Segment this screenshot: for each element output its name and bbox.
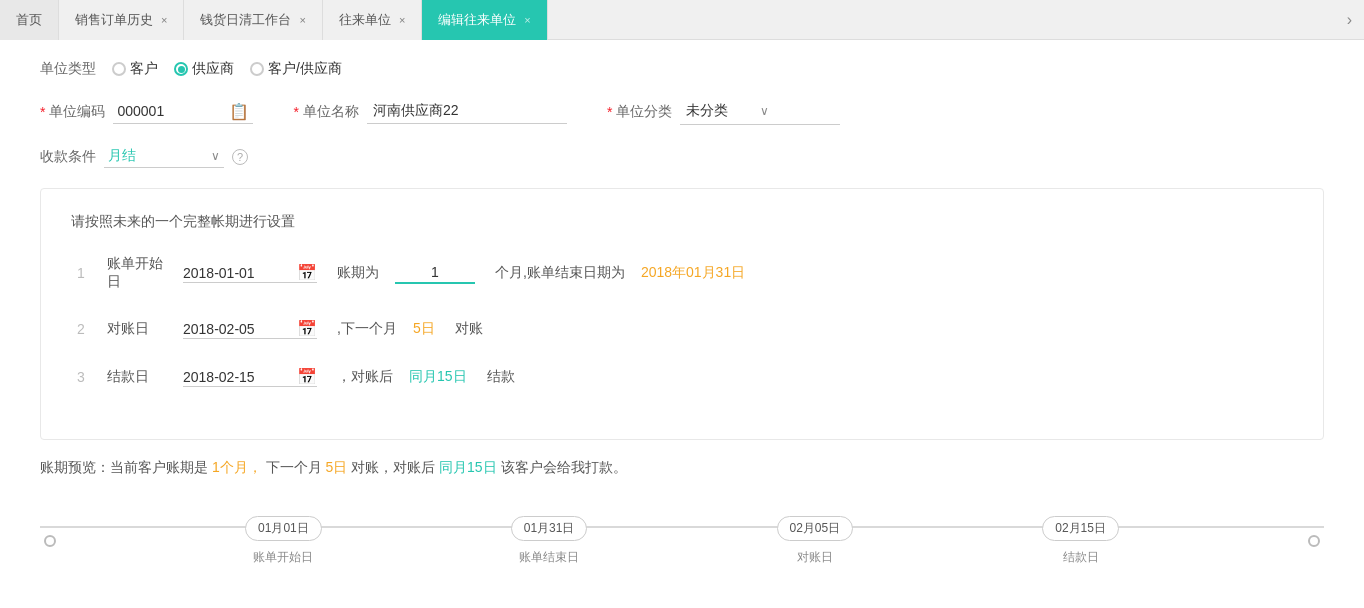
collect-condition-row: 收款条件 月结 ∨ ? — [40, 145, 1324, 168]
unit-name-label: 单位名称 — [303, 103, 359, 121]
tab-sales-history[interactable]: 销售订单历史 × — [59, 0, 184, 40]
timeline-node-4: 02月15日 — [1042, 516, 1119, 541]
radio-customer[interactable]: 客户 — [112, 60, 158, 78]
preview-reconcile-day: 5日 — [325, 459, 347, 475]
reconcile-suffix: 对账 — [455, 320, 483, 338]
unit-category-group: * 单位分类 未分类 ∨ — [607, 98, 840, 125]
tab-close-edit[interactable]: × — [524, 14, 530, 26]
payment-day-highlight: 同月15日 — [409, 368, 467, 386]
tab-bar: 首页 销售订单历史 × 钱货日清工作台 × 往来单位 × 编辑往来单位 × › — [0, 0, 1364, 40]
preview-part1-text: 下一个月 — [266, 459, 322, 475]
row-label-1: 账单开始日 — [107, 255, 167, 291]
reconcile-date-field[interactable]: 📅 — [183, 319, 317, 339]
radio-customer-circle — [112, 62, 126, 76]
preview-payment-day: 同月15日 — [439, 459, 497, 475]
preview-part3-text: 该客户会给我打款。 — [501, 459, 627, 475]
setting-row-1: 1 账单开始日 📅 账期为 个月,账单结束日期为 2018年01月31日 — [71, 255, 1293, 291]
unit-name-star: * — [293, 104, 298, 120]
payment-date-calendar-icon[interactable]: 📅 — [297, 367, 317, 386]
timeline: 01月01日 账单开始日 01月31日 账单结束日 02月05日 对账日 02月… — [40, 506, 1324, 586]
timeline-label-4: 结款日 — [1063, 549, 1099, 566]
period-mid-text: 账期为 — [337, 264, 379, 282]
timeline-label-2: 账单结束日 — [519, 549, 579, 566]
row-num-3: 3 — [71, 369, 91, 385]
preview-period: 1个月， — [212, 459, 262, 475]
period-suffix: 个月,账单结束日期为 — [495, 264, 625, 282]
unit-code-input[interactable] — [117, 103, 225, 119]
start-date-calendar-icon[interactable]: 📅 — [297, 263, 317, 282]
radio-both-circle — [250, 62, 264, 76]
tab-more-button[interactable]: › — [1335, 11, 1364, 29]
unit-type-radio-group: 客户 供应商 客户/供应商 — [112, 60, 342, 78]
tab-cash-clearance[interactable]: 钱货日清工作台 × — [184, 0, 322, 40]
timeline-points: 01月01日 账单开始日 01月31日 账单结束日 02月05日 对账日 02月… — [40, 516, 1324, 566]
unit-code-group: * 单位编码 📋 — [40, 100, 253, 124]
row-label-2: 对账日 — [107, 320, 167, 338]
unit-name-group: * 单位名称 — [293, 99, 566, 124]
end-date-highlight: 2018年01月31日 — [641, 264, 745, 282]
radio-supplier[interactable]: 供应商 — [174, 60, 234, 78]
reconcile-day-highlight: 5日 — [413, 320, 435, 338]
billing-settings-section: 请按照未来的一个完整帐期进行设置 1 账单开始日 📅 账期为 个月,账单结束日期… — [40, 188, 1324, 440]
period-input[interactable] — [395, 262, 475, 284]
timeline-point-1: 01月01日 账单开始日 — [245, 516, 322, 566]
unit-code-icon[interactable]: 📋 — [229, 102, 249, 121]
timeline-dot-end — [1308, 535, 1320, 547]
tab-edit-partner[interactable]: 编辑往来单位 × — [422, 0, 547, 40]
payment-prefix: ，对账后 — [337, 368, 393, 386]
row-label-3: 结款日 — [107, 368, 167, 386]
preview-label: 账期预览：当前客户账期是 — [40, 459, 208, 475]
collect-dropdown[interactable]: 月结 ∨ — [104, 145, 224, 168]
unit-code-star: * — [40, 104, 45, 120]
payment-date-input[interactable] — [183, 369, 293, 385]
timeline-node-3: 02月05日 — [777, 516, 854, 541]
timeline-node-2: 01月31日 — [511, 516, 588, 541]
unit-category-dropdown[interactable]: 未分类 ∨ — [680, 98, 840, 125]
unit-type-label: 单位类型 — [40, 60, 96, 78]
timeline-start-dot — [44, 535, 56, 547]
category-dropdown-arrow: ∨ — [760, 104, 834, 118]
preview-part2-text: 对账，对账后 — [351, 459, 439, 475]
tab-close-sales[interactable]: × — [161, 14, 167, 26]
help-icon[interactable]: ? — [232, 149, 248, 165]
payment-suffix: 结款 — [487, 368, 515, 386]
timeline-point-2: 01月31日 账单结束日 — [511, 516, 588, 566]
timeline-label-1: 账单开始日 — [253, 549, 313, 566]
unit-name-input[interactable] — [367, 99, 567, 124]
start-date-field[interactable]: 📅 — [183, 263, 317, 283]
unit-code-field[interactable]: 📋 — [113, 100, 253, 124]
tab-close-partners[interactable]: × — [399, 14, 405, 26]
timeline-node-1: 01月01日 — [245, 516, 322, 541]
payment-date-field[interactable]: 📅 — [183, 367, 317, 387]
unit-type-row: 单位类型 客户 供应商 客户/供应商 — [40, 60, 1324, 78]
tab-home[interactable]: 首页 — [0, 0, 59, 40]
setting-row-3: 3 结款日 📅 ，对账后 同月15日 结款 — [71, 367, 1293, 387]
row-num-1: 1 — [71, 265, 91, 281]
reconcile-date-input[interactable] — [183, 321, 293, 337]
timeline-point-4: 02月15日 结款日 — [1042, 516, 1119, 566]
setting-row-2: 2 对账日 📅 ,下一个月 5日 对账 — [71, 319, 1293, 339]
start-date-input[interactable] — [183, 265, 293, 281]
tab-partners[interactable]: 往来单位 × — [323, 0, 422, 40]
preview-section: 账期预览：当前客户账期是 1个月， 下一个月 5日 对账，对账后 同月15日 该… — [40, 456, 1324, 478]
row-num-2: 2 — [71, 321, 91, 337]
timeline-point-3: 02月05日 对账日 — [777, 516, 854, 566]
unit-code-label: 单位编码 — [49, 103, 105, 121]
unit-cat-star: * — [607, 104, 612, 120]
unit-fields-row: * 单位编码 📋 * 单位名称 * 单位分类 未分类 ∨ — [40, 98, 1324, 125]
timeline-dot-start — [44, 535, 56, 547]
timeline-end-dot — [1308, 535, 1320, 547]
collect-dropdown-arrow: ∨ — [211, 149, 220, 163]
unit-cat-label: 单位分类 — [616, 103, 672, 121]
radio-both[interactable]: 客户/供应商 — [250, 60, 342, 78]
timeline-label-3: 对账日 — [797, 549, 833, 566]
main-content: 单位类型 客户 供应商 客户/供应商 * 单位编码 📋 — [0, 40, 1364, 608]
radio-supplier-circle — [174, 62, 188, 76]
section-title: 请按照未来的一个完整帐期进行设置 — [71, 213, 1293, 231]
reconcile-prefix: ,下一个月 — [337, 320, 397, 338]
reconcile-date-calendar-icon[interactable]: 📅 — [297, 319, 317, 338]
tab-close-cash[interactable]: × — [299, 14, 305, 26]
collect-label: 收款条件 — [40, 148, 96, 166]
